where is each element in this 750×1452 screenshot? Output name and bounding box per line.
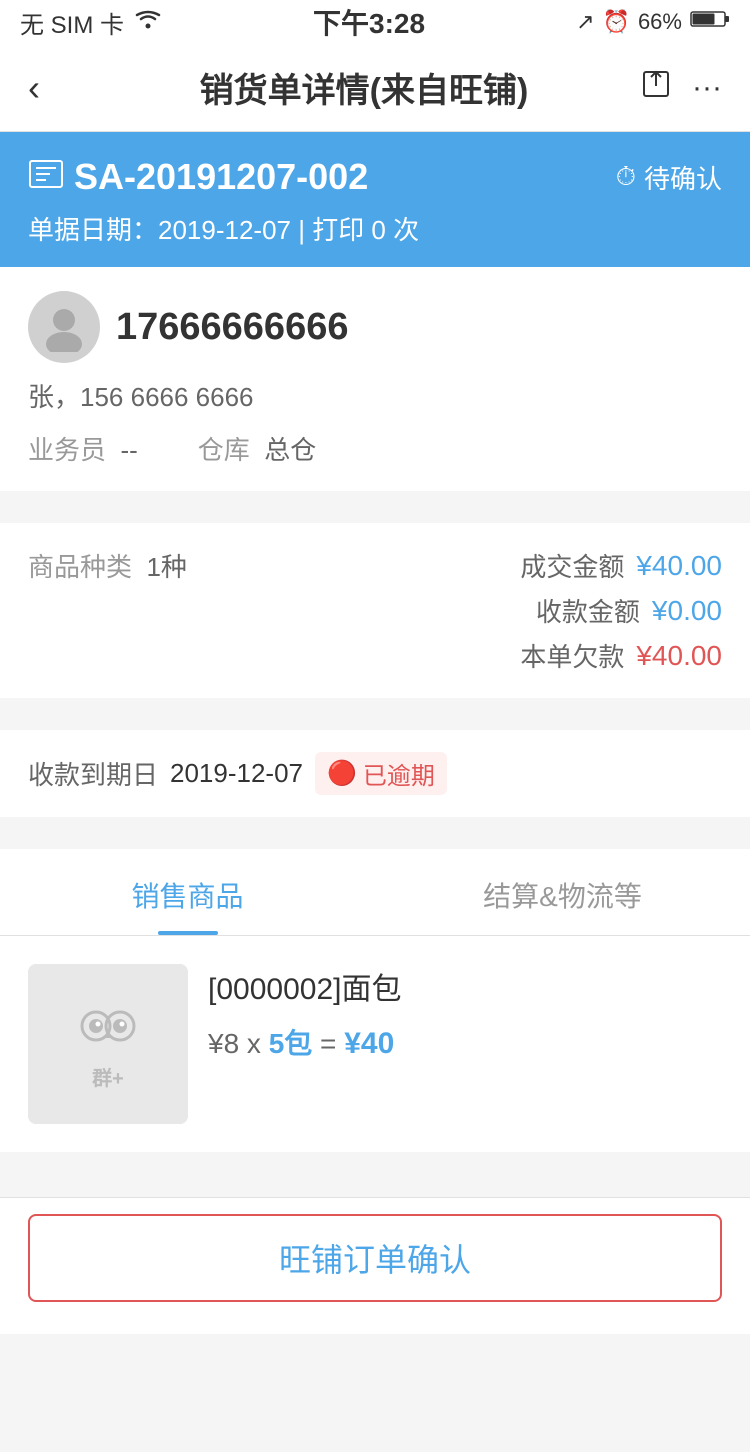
share-icon[interactable] xyxy=(640,68,672,108)
product-quantity: 5包 xyxy=(269,1028,313,1059)
warehouse-value: 总仓 xyxy=(264,435,316,465)
warehouse-label: 仓库 xyxy=(198,435,250,465)
status-left: 无 SIM 卡 xyxy=(20,5,162,40)
due-date-value: 2019-12-07 xyxy=(170,758,303,789)
due-value: ¥40.00 xyxy=(636,640,722,672)
tab-sales-products[interactable]: 销售商品 xyxy=(0,849,375,935)
bottom-bar: 旺铺订单确认 xyxy=(0,1197,750,1334)
battery-text: 66% xyxy=(638,9,682,35)
separator-2 xyxy=(0,714,750,730)
product-list: 群+ [0000002]面包 ¥8 x 5包 = ¥40 xyxy=(0,936,750,1152)
customer-phone: 17666666666 xyxy=(116,306,348,349)
customer-avatar xyxy=(28,291,100,363)
nav-actions: ··· xyxy=(640,68,722,108)
tabs-header: 销售商品 结算&物流等 xyxy=(0,849,750,936)
customer-name: 张，156 6666 6666 xyxy=(28,377,722,414)
tab-settlement-logistics[interactable]: 结算&物流等 xyxy=(375,849,750,935)
salesperson-label: 业务员 xyxy=(28,435,106,465)
transaction-label: 成交金额 xyxy=(520,547,624,584)
carrier-text: 无 SIM 卡 xyxy=(20,5,124,40)
received-value: ¥0.00 xyxy=(652,595,722,627)
time-display: 下午3:28 xyxy=(313,2,425,42)
separator-3 xyxy=(0,833,750,849)
location-icon: ↗ xyxy=(576,9,594,35)
page-title: 销货单详情(来自旺铺) xyxy=(200,63,529,112)
order-status: ⏱ 待确认 xyxy=(616,159,722,196)
due-date-label: 收款到期日 xyxy=(28,755,158,792)
transaction-value: ¥40.00 xyxy=(636,550,722,582)
product-image: 群+ xyxy=(28,964,188,1124)
due-date-section: 收款到期日 2019-12-07 🔴 已逾期 xyxy=(0,730,750,817)
status-right: ↗ ⏰ 66% xyxy=(576,9,730,35)
overdue-badge: 🔴 已逾期 xyxy=(315,752,447,795)
separator-1 xyxy=(0,507,750,523)
customer-section: 17666666666 张，156 6666 6666 业务员 -- 仓库 总仓 xyxy=(0,267,750,491)
wifi-icon xyxy=(134,8,162,36)
more-icon[interactable]: ··· xyxy=(692,71,722,105)
clock-icon: ⏱ xyxy=(616,161,636,193)
summary-section: 商品种类 1种 成交金额 ¥40.00 收款金额 ¥0.00 本单欠款 ¥40.… xyxy=(0,523,750,698)
order-id: SA-20191207-002 xyxy=(28,156,368,198)
order-date: 单据日期：2019-12-07 | 打印 0 次 xyxy=(28,210,722,247)
overdue-icon: 🔴 xyxy=(327,759,357,788)
alarm-icon: ⏰ xyxy=(603,9,630,35)
overdue-text: 已逾期 xyxy=(363,756,435,791)
back-button[interactable]: ‹ xyxy=(28,67,88,109)
confirm-wangpu-button[interactable]: 旺铺订单确认 xyxy=(28,1214,722,1302)
product-types-value: 1种 xyxy=(146,552,186,582)
product-types-label: 商品种类 xyxy=(28,552,132,582)
customer-meta: 业务员 -- 仓库 总仓 xyxy=(28,430,722,467)
nav-bar: ‹ 销货单详情(来自旺铺) ··· xyxy=(0,44,750,132)
status-bar: 无 SIM 卡 下午3:28 ↗ ⏰ 66% xyxy=(0,0,750,44)
product-price-formula: ¥8 x 5包 = ¥40 xyxy=(208,1022,722,1062)
product-name: [0000002]面包 xyxy=(208,964,722,1008)
received-label: 收款金额 xyxy=(536,592,640,629)
salesperson-value: -- xyxy=(120,435,137,465)
tabs-section: 销售商品 结算&物流等 xyxy=(0,849,750,1152)
product-item: 群+ [0000002]面包 ¥8 x 5包 = ¥40 xyxy=(28,964,722,1124)
product-total: ¥40 xyxy=(344,1027,394,1060)
battery-icon xyxy=(690,9,730,35)
brand-label: 群+ xyxy=(92,1062,124,1091)
order-icon xyxy=(28,156,64,198)
product-info: [0000002]面包 ¥8 x 5包 = ¥40 xyxy=(208,964,722,1062)
order-banner: SA-20191207-002 ⏱ 待确认 单据日期：2019-12-07 | … xyxy=(0,132,750,267)
due-label: 本单欠款 xyxy=(520,637,624,674)
